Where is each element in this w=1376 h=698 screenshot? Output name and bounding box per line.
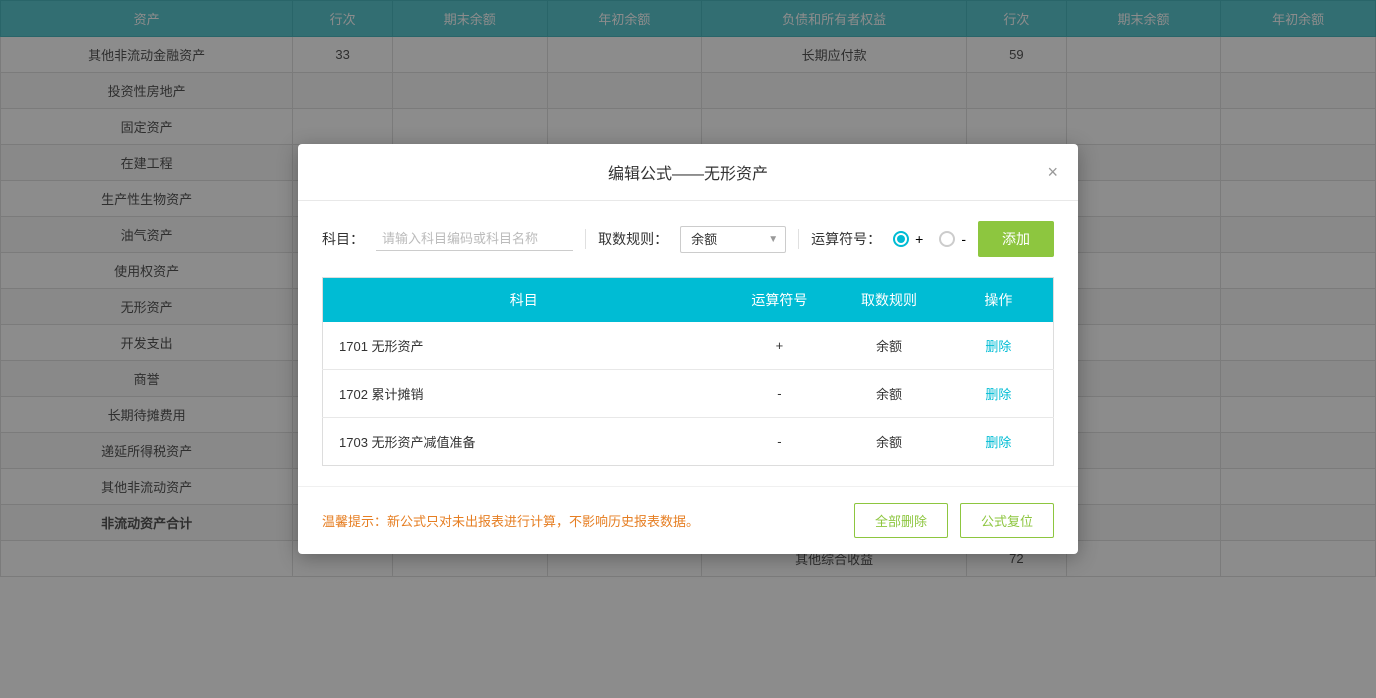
operator-plus-radio[interactable]: + [893,231,923,247]
formula-action: 删除 [944,370,1054,418]
formula-rule: 余额 [834,418,944,466]
modal-body: 科目： 取数规则： 余额 借方发生额 贷方发生额 期末余额 ▼ 运算符号： [298,201,1078,486]
rule-select-wrap: 余额 借方发生额 贷方发生额 期末余额 ▼ [680,226,786,253]
operator-minus-radio[interactable]: - [939,231,966,247]
modal-title: 编辑公式——无形资产 [608,160,768,184]
edit-formula-modal: 编辑公式——无形资产 × 科目： 取数规则： 余额 借方发生额 贷方发生额 期末… [298,144,1078,554]
table-header-operator: 运算符号 [725,278,835,323]
formula-action: 删除 [944,322,1054,370]
footer-buttons: 全部删除 公式复位 [854,503,1054,538]
list-item: 1702 累计摊销 - 余额 删除 [323,370,1054,418]
add-button[interactable]: 添加 [978,221,1054,257]
close-button[interactable]: × [1043,159,1062,185]
delete-link[interactable]: 删除 [985,387,1011,402]
delete-link[interactable]: 删除 [985,435,1011,450]
subject-input[interactable] [376,227,573,251]
table-header-subject: 科目 [323,278,725,323]
table-header-action: 操作 [944,278,1054,323]
hint-text: 温馨提示：新公式只对未出报表进行计算，不影响历史报表数据。 [322,511,699,530]
subject-label: 科目： [322,229,364,249]
form-separator-2 [798,229,799,249]
radio-minus-circle [939,231,955,247]
formula-operator: - [725,370,835,418]
reset-formula-button[interactable]: 公式复位 [960,503,1054,538]
modal-footer: 温馨提示：新公式只对未出报表进行计算，不影响历史报表数据。 全部删除 公式复位 [298,486,1078,554]
form-separator-1 [585,229,586,249]
modal-overlay: 编辑公式——无形资产 × 科目： 取数规则： 余额 借方发生额 贷方发生额 期末… [0,0,1376,698]
rule-select[interactable]: 余额 借方发生额 贷方发生额 期末余额 [680,226,786,253]
list-item: 1703 无形资产减值准备 - 余额 删除 [323,418,1054,466]
table-header-rule: 取数规则 [834,278,944,323]
list-item: 1701 无形资产 + 余额 删除 [323,322,1054,370]
formula-operator: + [725,322,835,370]
operator-radio-group: + - [893,231,966,247]
form-row: 科目： 取数规则： 余额 借方发生额 贷方发生额 期末余额 ▼ 运算符号： [322,221,1054,257]
operator-plus-label: + [915,231,923,247]
formula-action: 删除 [944,418,1054,466]
formula-subject: 1701 无形资产 [323,322,725,370]
delete-link[interactable]: 删除 [985,339,1011,354]
formula-table: 科目 运算符号 取数规则 操作 1701 无形资产 + 余额 删除 1702 累… [322,277,1054,466]
radio-plus-circle [893,231,909,247]
operator-minus-label: - [961,231,966,247]
formula-rule: 余额 [834,370,944,418]
operator-label: 运算符号： [811,229,881,249]
formula-subject: 1702 累计摊销 [323,370,725,418]
modal-header: 编辑公式——无形资产 × [298,144,1078,201]
formula-rule: 余额 [834,322,944,370]
formula-subject: 1703 无形资产减值准备 [323,418,725,466]
delete-all-button[interactable]: 全部删除 [854,503,948,538]
rule-label: 取数规则： [598,229,668,249]
formula-operator: - [725,418,835,466]
